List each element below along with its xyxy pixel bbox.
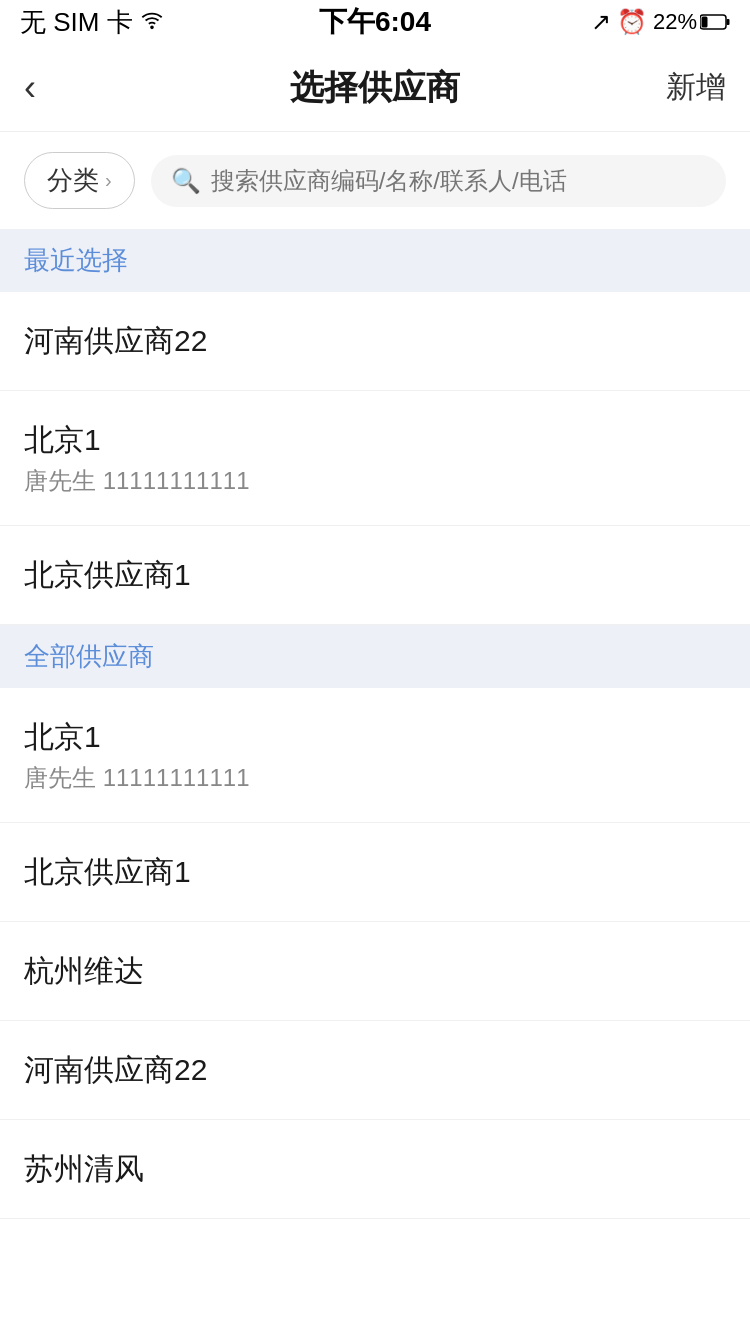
recent-section-header: 最近选择 [0, 229, 750, 292]
location-icon: ↗ [591, 8, 611, 36]
recent-section-label: 最近选择 [24, 245, 128, 275]
item-name: 北京1 [24, 716, 726, 758]
item-sub: 唐先生 11111111111 [24, 762, 726, 794]
status-left: 无 SIM 卡 [20, 5, 163, 40]
list-item[interactable]: 苏州清风 [0, 1120, 750, 1219]
page-title: 选择供应商 [290, 65, 460, 111]
svg-point-0 [151, 26, 153, 28]
all-section-label: 全部供应商 [24, 641, 154, 671]
all-section-header: 全部供应商 [0, 625, 750, 688]
item-name: 北京供应商1 [24, 554, 726, 596]
item-name: 北京供应商1 [24, 851, 726, 893]
item-name: 苏州清风 [24, 1148, 726, 1190]
list-item[interactable]: 北京1 唐先生 11111111111 [0, 688, 750, 823]
search-icon: 🔍 [171, 167, 201, 195]
search-box: 🔍 [151, 155, 726, 207]
list-item[interactable]: 北京供应商1 [0, 526, 750, 625]
list-item[interactable]: 河南供应商22 [0, 292, 750, 391]
status-time: 下午6:04 [319, 3, 431, 41]
battery-indicator: 22% [653, 9, 730, 35]
sim-label: 无 SIM 卡 [20, 5, 133, 40]
add-button[interactable]: 新增 [666, 67, 726, 108]
chevron-right-icon: › [105, 169, 112, 192]
category-label: 分类 [47, 163, 99, 198]
item-name: 河南供应商22 [24, 1049, 726, 1091]
all-list: 北京1 唐先生 11111111111 北京供应商1 杭州维达河南供应商22 苏州清风 [0, 688, 750, 1219]
back-button[interactable]: ‹ [24, 67, 84, 109]
filter-bar: 分类 › 🔍 [0, 132, 750, 229]
recent-list: 河南供应商22 北京1 唐先生 11111111111 北京供应商1 [0, 292, 750, 625]
svg-rect-3 [702, 17, 708, 28]
status-right: ↗ ⏰ 22% [591, 8, 730, 36]
battery-percent: 22% [653, 9, 697, 35]
list-item[interactable]: 北京供应商1 [0, 823, 750, 922]
svg-rect-2 [727, 19, 730, 25]
wifi-icon [141, 7, 163, 38]
status-bar: 无 SIM 卡 下午6:04 ↗ ⏰ 22% [0, 0, 750, 44]
list-item[interactable]: 北京1 唐先生 11111111111 [0, 391, 750, 526]
item-name: 杭州维达 [24, 950, 726, 992]
item-name: 河南供应商22 [24, 320, 726, 362]
list-item[interactable]: 杭州维达 [0, 922, 750, 1021]
category-button[interactable]: 分类 › [24, 152, 135, 209]
item-name: 北京1 [24, 419, 726, 461]
nav-bar: ‹ 选择供应商 新增 [0, 44, 750, 132]
alarm-icon: ⏰ [617, 8, 647, 36]
search-input[interactable] [211, 167, 706, 195]
list-item[interactable]: 河南供应商22 [0, 1021, 750, 1120]
item-sub: 唐先生 11111111111 [24, 465, 726, 497]
